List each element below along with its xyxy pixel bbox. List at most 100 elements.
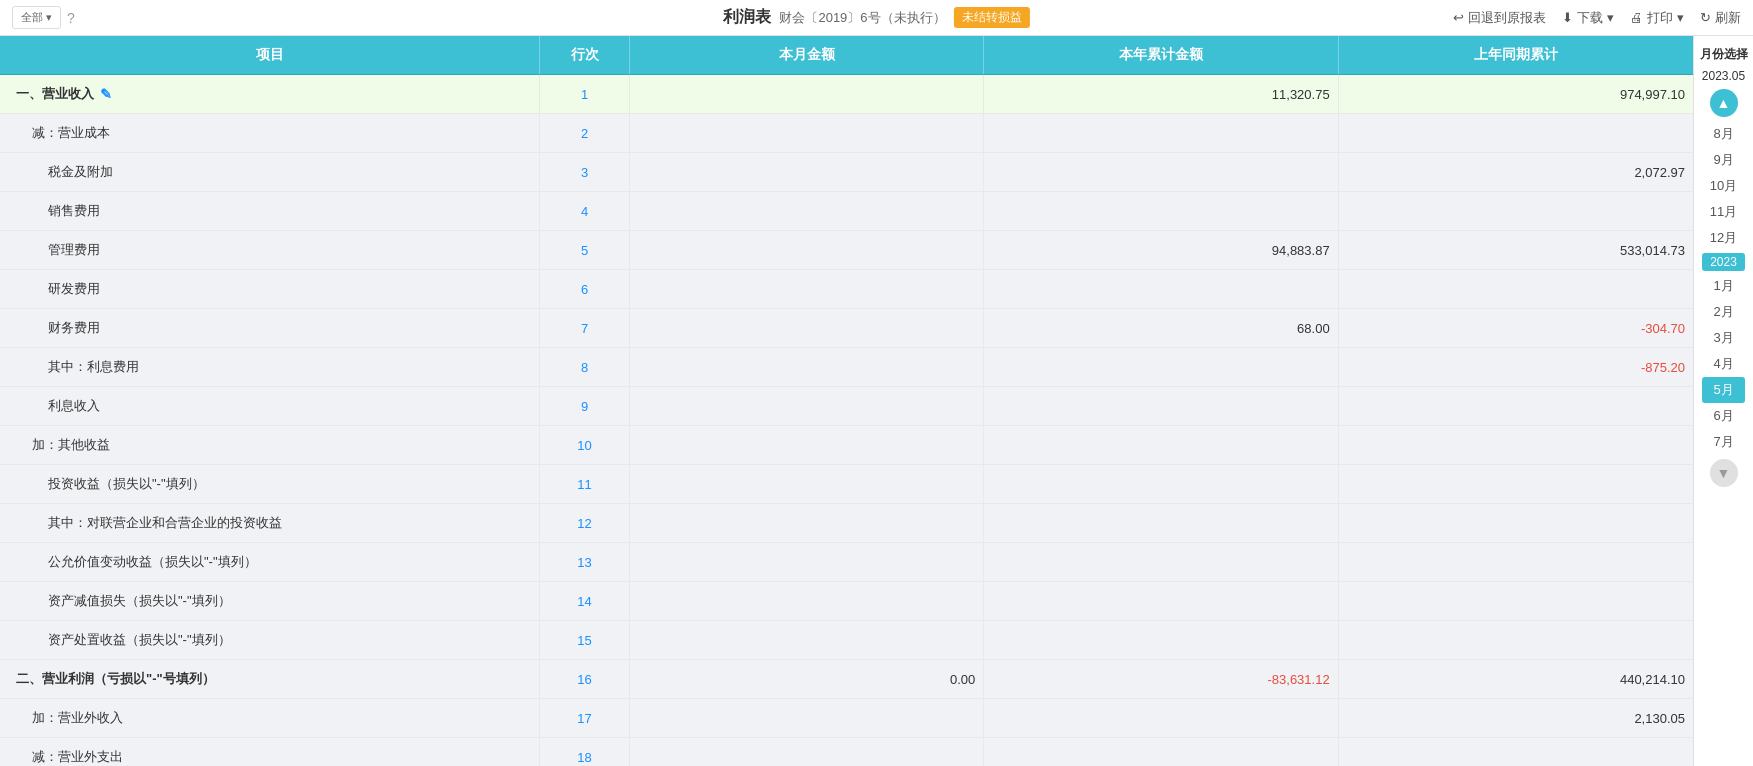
cell-prior [1339,621,1693,659]
table-row: 加：营业外收入 17 2,130.05 [0,699,1693,738]
cell-item-name: 管理费用 [0,231,540,269]
cell-current-month [630,231,984,269]
cell-row-num: 17 [540,699,630,737]
cell-item-name: 财务费用 [0,309,540,347]
top-bar: 全部 ▾ ? 利润表 财会〔2019〕6号（未执行） 未结转损益 ↩ 回退到原报… [0,0,1753,36]
table-row: 财务费用 7 68.00 -304.70 [0,309,1693,348]
table-row: 一、营业收入 ✎ 1 11,320.75 974,997.10 [0,75,1693,114]
sidebar-month-item[interactable]: 12月 [1702,225,1745,251]
print-button[interactable]: 🖨 打印 ▾ [1630,9,1684,27]
cell-row-num: 8 [540,348,630,386]
cell-current-month [630,192,984,230]
cell-prior [1339,504,1693,542]
cell-ytd: 68.00 [984,309,1338,347]
sidebar-month-item[interactable]: 11月 [1702,199,1745,225]
cell-current-month: 0.00 [630,660,984,698]
cell-item-name: 减：营业成本 [0,114,540,152]
sidebar-month-item[interactable]: 7月 [1702,429,1745,455]
cell-row-num: 3 [540,153,630,191]
cell-item-name: 减：营业外支出 [0,738,540,766]
help-icon[interactable]: ? [67,10,75,26]
cell-row-num: 18 [540,738,630,766]
cell-current-month [630,387,984,425]
cell-row-num: 10 [540,426,630,464]
cell-row-num: 4 [540,192,630,230]
sidebar-month-item[interactable]: 1月 [1702,273,1745,299]
sidebar-month-item[interactable]: 5月 [1702,377,1745,403]
cell-item-name: 研发费用 [0,270,540,308]
cell-ytd [984,114,1338,152]
cell-row-num: 15 [540,621,630,659]
cell-ytd [984,504,1338,542]
page-title: 利润表 [723,7,771,28]
sidebar-month-item[interactable]: 9月 [1702,147,1745,173]
table-row: 利息收入 9 [0,387,1693,426]
cell-ytd [984,387,1338,425]
cell-item-name: 加：营业外收入 [0,699,540,737]
cell-ytd [984,426,1338,464]
table-row: 加：其他收益 10 [0,426,1693,465]
cell-row-num: 14 [540,582,630,620]
back-button[interactable]: ↩ 回退到原报表 [1453,9,1546,27]
cell-row-num: 2 [540,114,630,152]
cell-current-month [630,348,984,386]
cell-prior: 2,072.97 [1339,153,1693,191]
sidebar-month-item[interactable]: 8月 [1702,121,1745,147]
cell-prior: 974,997.10 [1339,75,1693,113]
cell-ytd [984,621,1338,659]
cell-prior: 440,214.10 [1339,660,1693,698]
cell-prior [1339,270,1693,308]
sidebar-month-item[interactable]: 6月 [1702,403,1745,429]
cell-prior: 533,014.73 [1339,231,1693,269]
cell-ytd: 94,883.87 [984,231,1338,269]
cell-current-month [630,582,984,620]
sidebar-down-button[interactable]: ▼ [1710,459,1738,487]
sidebar-month-item[interactable]: 2月 [1702,299,1745,325]
scope-label: 全部 [21,10,43,25]
print-icon: 🖨 [1630,10,1643,25]
cell-ytd [984,543,1338,581]
download-button[interactable]: ⬇ 下载 ▾ [1562,9,1614,27]
back-icon: ↩ [1453,10,1464,25]
cell-current-month [630,543,984,581]
col-header-item: 项目 [0,36,540,74]
cell-current-month [630,75,984,113]
sidebar-title: 月份选择 [1698,42,1750,67]
cell-item-name: 资产处置收益（损失以"-"填列） [0,621,540,659]
cell-row-num: 16 [540,660,630,698]
table-row: 销售费用 4 [0,192,1693,231]
cell-current-month [630,621,984,659]
cell-item-name: 投资收益（损失以"-"填列） [0,465,540,503]
cell-current-month [630,426,984,464]
cell-ytd [984,465,1338,503]
cell-prior [1339,465,1693,503]
cell-current-month [630,153,984,191]
cell-current-month [630,465,984,503]
col-header-current: 本月金额 [630,36,984,74]
edit-icon[interactable]: ✎ [100,86,112,102]
cell-current-month [630,738,984,766]
sidebar-up-button[interactable]: ▲ [1710,89,1738,117]
cell-prior [1339,114,1693,152]
scope-dropdown[interactable]: 全部 ▾ [12,6,61,29]
table-row: 研发费用 6 [0,270,1693,309]
table-body: 一、营业收入 ✎ 1 11,320.75 974,997.10 减：营业成本 2… [0,75,1693,766]
table-row: 资产减值损失（损失以"-"填列） 14 [0,582,1693,621]
refresh-button[interactable]: ↻ 刷新 [1700,9,1741,27]
cell-item-name: 资产减值损失（损失以"-"填列） [0,582,540,620]
sidebar-month-item[interactable]: 4月 [1702,351,1745,377]
sidebar-year: 2023.05 [1700,67,1747,85]
cell-row-num: 13 [540,543,630,581]
sidebar-year-badge: 2023 [1702,253,1745,271]
sidebar-month-item[interactable]: 10月 [1702,173,1745,199]
col-header-ytd: 本年累计金额 [984,36,1338,74]
month-list: 8月9月10月11月12月 2023 1月2月3月4月5月6月7月 [1702,121,1745,455]
sidebar-month-item[interactable]: 3月 [1702,325,1745,351]
cell-prior [1339,543,1693,581]
top-bar-actions: ↩ 回退到原报表 ⬇ 下载 ▾ 🖨 打印 ▾ ↻ 刷新 [1453,9,1741,27]
table-row: 其中：对联营企业和合营企业的投资收益 12 [0,504,1693,543]
cell-row-num: 9 [540,387,630,425]
download-icon: ⬇ [1562,10,1573,25]
cell-item-name: 税金及附加 [0,153,540,191]
cell-item-name: 公允价值变动收益（损失以"-"填列） [0,543,540,581]
